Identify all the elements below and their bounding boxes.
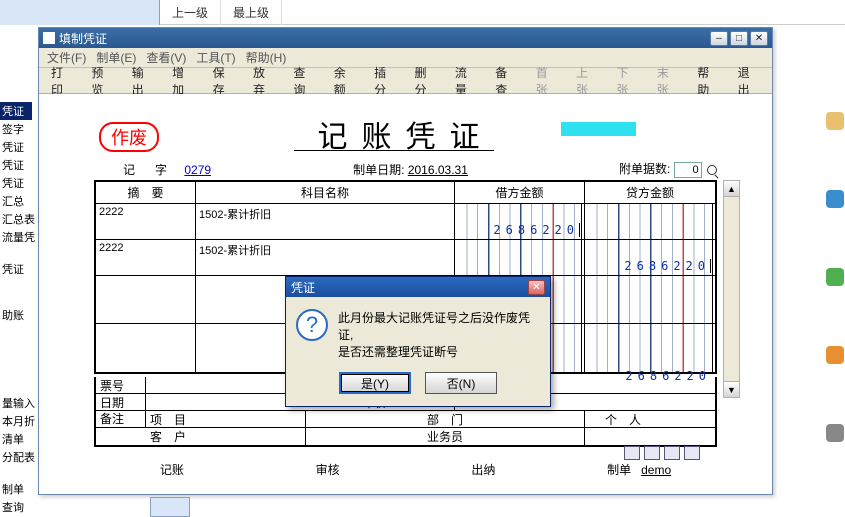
col-subject: 科目名称 bbox=[196, 182, 455, 203]
sig-record: 记账 bbox=[94, 461, 250, 478]
tree-item[interactable]: 汇总 bbox=[0, 192, 32, 210]
cell-subject[interactable]: 1502-累计折旧 bbox=[196, 240, 455, 275]
window-title: 填制凭证 bbox=[59, 30, 107, 47]
tree-item[interactable]: 流量凭 bbox=[0, 228, 32, 246]
tree-item[interactable]: 本月折 bbox=[0, 412, 32, 430]
shortcut-icon[interactable] bbox=[826, 190, 844, 208]
no-button[interactable]: 否(N) bbox=[425, 372, 497, 394]
cell-summary[interactable]: 2222 bbox=[96, 240, 196, 275]
zi-label: 字 bbox=[155, 163, 167, 177]
sig-audit: 审核 bbox=[250, 461, 406, 478]
prev-level-button[interactable]: 上一级 bbox=[160, 0, 221, 25]
project-label: 项 目 bbox=[146, 411, 306, 428]
person-label: 个 人 bbox=[585, 411, 715, 428]
cell-summary[interactable] bbox=[96, 324, 196, 372]
tree-item[interactable]: 凭证 bbox=[0, 260, 32, 278]
sig-cashier: 出纳 bbox=[406, 461, 562, 478]
cell-credit[interactable]: 2686220 bbox=[585, 240, 715, 275]
tree-item[interactable]: 凭证 bbox=[0, 174, 32, 192]
table-row[interactable]: 2222 1502-累计折旧 2686220 bbox=[96, 204, 715, 240]
date2-label: 日期 bbox=[96, 394, 146, 411]
sales-label: 业务员 bbox=[306, 428, 585, 445]
app-icon bbox=[43, 32, 55, 44]
tree-item[interactable]: 凭证 bbox=[0, 102, 32, 120]
note-icon[interactable] bbox=[664, 446, 680, 460]
tree-item[interactable]: 签字 bbox=[0, 120, 32, 138]
voucher-no[interactable]: 0279 bbox=[180, 163, 215, 177]
cell-summary[interactable] bbox=[96, 276, 196, 323]
shortcut-icon[interactable] bbox=[826, 112, 844, 130]
dialog-title: 凭证 bbox=[291, 279, 315, 296]
tree-item[interactable]: 量输入 bbox=[0, 394, 32, 412]
tree-item[interactable]: 凭证 bbox=[0, 138, 32, 156]
tree-item[interactable]: 分配表 bbox=[0, 448, 32, 466]
cell-debit[interactable]: 2686220 bbox=[455, 204, 585, 239]
voucher-date[interactable]: 2016.03.31 bbox=[408, 163, 468, 177]
doc-title-underline bbox=[294, 150, 494, 151]
tree-item[interactable]: 助账 bbox=[0, 306, 32, 324]
shortcut-icon[interactable] bbox=[826, 268, 844, 286]
tree-item[interactable]: 清单 bbox=[0, 430, 32, 448]
outer-toolbar-spacer bbox=[0, 0, 160, 25]
outer-toolbar: 上一级 最上级 bbox=[0, 0, 845, 25]
col-credit: 贷方金额 bbox=[585, 182, 715, 203]
scroll-down-icon[interactable]: ▼ bbox=[724, 381, 739, 397]
calc-icon[interactable] bbox=[644, 446, 660, 460]
col-debit: 借方金额 bbox=[455, 182, 585, 203]
tree-item[interactable]: 凭证 bbox=[0, 156, 32, 174]
scroll-up-icon[interactable]: ▲ bbox=[724, 181, 739, 197]
highlight-bar bbox=[561, 122, 636, 136]
tree-item[interactable]: 汇总表 bbox=[0, 210, 32, 228]
col-summary: 摘 要 bbox=[96, 182, 196, 203]
dialog-message: 此月份最大记账凭证号之后没作废凭证, 是否还需整理凭证断号 bbox=[338, 309, 540, 360]
confirm-dialog: 凭证 ✕ ? 此月份最大记账凭证号之后没作废凭证, 是否还需整理凭证断号 是(Y… bbox=[285, 276, 551, 407]
foot-empty bbox=[585, 428, 715, 445]
table-scrollbar[interactable]: ▲ ▼ bbox=[723, 180, 740, 398]
table-header: 摘 要 科目名称 借方金额 贷方金额 bbox=[96, 182, 715, 204]
tree-item[interactable]: 制单 bbox=[0, 480, 32, 498]
top-level-button[interactable]: 最上级 bbox=[221, 0, 282, 25]
date-label: 制单日期: bbox=[353, 163, 404, 177]
sig-maker: 制单 demo bbox=[561, 461, 717, 478]
tree-item[interactable]: 查询 bbox=[0, 498, 32, 516]
bottom-taskbar-item[interactable] bbox=[150, 497, 190, 517]
close-icon[interactable]: ✕ bbox=[750, 31, 768, 46]
voucher-window: 填制凭证 – □ ✕ 文件(F) 制单(E) 查看(V) 工具(T) 帮助(H)… bbox=[38, 27, 773, 495]
cell-credit[interactable] bbox=[585, 324, 715, 372]
dialog-close-icon[interactable]: ✕ bbox=[528, 280, 545, 295]
cell-summary[interactable]: 2222 bbox=[96, 204, 196, 239]
cell-credit[interactable] bbox=[585, 276, 715, 323]
setting-icon[interactable] bbox=[684, 446, 700, 460]
toolbar: 打印 预览 输出 增加 保存 放弃 查询 余额 插分 删分 流量 备查 首张 上… bbox=[39, 68, 772, 94]
search-icon[interactable] bbox=[707, 165, 717, 175]
yes-button[interactable]: 是(Y) bbox=[339, 372, 411, 394]
ticket-label: 票号 bbox=[96, 377, 146, 394]
question-icon: ? bbox=[296, 309, 328, 341]
cell-credit[interactable] bbox=[585, 204, 715, 239]
flag-icon[interactable] bbox=[624, 446, 640, 460]
titlebar[interactable]: 填制凭证 – □ ✕ bbox=[39, 28, 772, 48]
cell-debit[interactable] bbox=[455, 240, 585, 275]
cell-subject[interactable]: 1502-累计折旧 bbox=[196, 204, 455, 239]
maximize-icon[interactable]: □ bbox=[730, 31, 748, 46]
shortcut-icon[interactable] bbox=[826, 424, 844, 442]
left-tree: 凭证 签字 凭证 凭证 凭证 汇总 汇总表 流量凭 凭证 助账 量输入 本月折 … bbox=[0, 25, 32, 517]
minimize-icon[interactable]: – bbox=[710, 31, 728, 46]
signature-row: 记账 审核 出纳 制单 demo bbox=[94, 460, 717, 478]
voucher-header: 记 字 0279 制单日期: 2016.03.31 附单据数: bbox=[94, 160, 717, 178]
attach-count-input[interactable] bbox=[674, 162, 702, 178]
ji-label: 记 bbox=[123, 163, 135, 177]
right-shortcut-bar bbox=[825, 112, 845, 442]
dept-label: 部 门 bbox=[306, 411, 585, 428]
cust-label: 客 户 bbox=[146, 428, 306, 445]
remark-label: 备注 bbox=[96, 410, 146, 428]
dialog-titlebar[interactable]: 凭证 ✕ bbox=[286, 277, 550, 297]
attach-label: 附单据数: bbox=[619, 162, 670, 176]
signature-icons bbox=[624, 446, 700, 460]
table-row[interactable]: 2222 1502-累计折旧 2686220 bbox=[96, 240, 715, 276]
shortcut-icon[interactable] bbox=[826, 346, 844, 364]
